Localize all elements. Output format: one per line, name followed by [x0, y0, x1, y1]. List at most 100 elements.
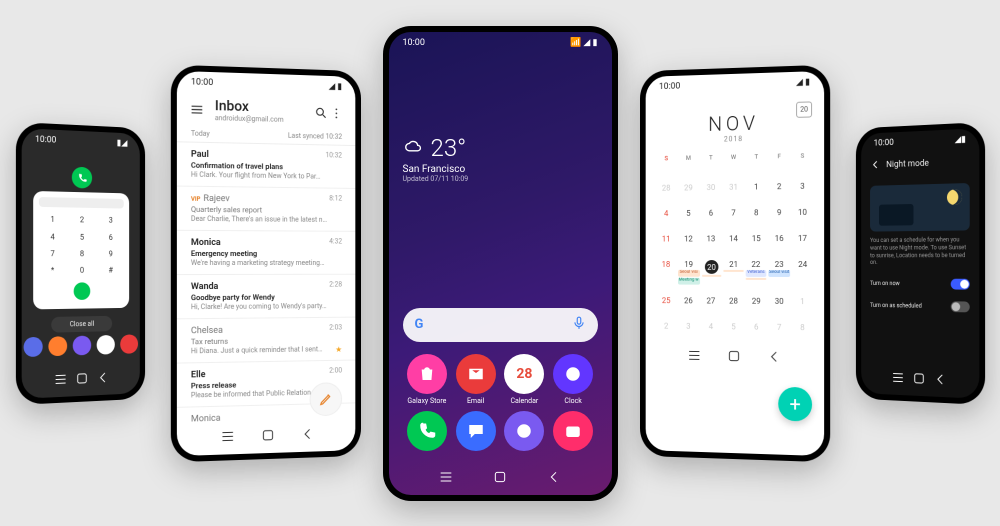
nav-recents-icon[interactable]: [219, 428, 235, 448]
recent-app-card[interactable]: 1 2 3 4 5 6 7 8 9 * 0 #: [32, 190, 128, 308]
nav-home-icon[interactable]: [725, 347, 741, 367]
mail-item[interactable]: Monica Emergency meeting We're having a …: [176, 230, 354, 274]
calendar-day[interactable]: 22Veterans: [744, 254, 766, 291]
weather-widget[interactable]: 23° San Francisco Updated 07/11 10:09: [403, 134, 598, 183]
setting-row[interactable]: Turn on now: [870, 272, 970, 295]
back-icon[interactable]: [870, 155, 881, 174]
calendar-day[interactable]: 30: [767, 290, 790, 316]
nav-home-icon[interactable]: [74, 370, 89, 390]
calendar-day[interactable]: 14: [722, 228, 745, 254]
calendar-day[interactable]: 5: [722, 316, 745, 342]
add-event-button[interactable]: +: [778, 386, 812, 421]
calendar-day[interactable]: 12: [677, 228, 699, 254]
mail-from: Chelsea: [190, 324, 341, 336]
mail-subject: Quarterly sales report: [190, 204, 341, 214]
nav-back-icon[interactable]: [546, 469, 562, 489]
calendar-day[interactable]: 4: [655, 203, 677, 229]
calendar-day[interactable]: 29: [677, 177, 699, 203]
more-icon[interactable]: [328, 105, 343, 121]
nav-recents-icon[interactable]: [53, 371, 68, 391]
compose-button[interactable]: [309, 382, 341, 416]
calendar-day[interactable]: 28: [722, 290, 745, 316]
recent-app-icon[interactable]: [71, 166, 91, 188]
calendar-day[interactable]: 16: [767, 227, 790, 253]
setting-row[interactable]: Turn on as scheduled: [870, 294, 970, 318]
nav-back-icon[interactable]: [932, 371, 947, 391]
calendar-day[interactable]: 19Seoul visiMeeting w: [676, 254, 700, 290]
app-icon-email[interactable]: Email: [453, 354, 499, 405]
calendar-day[interactable]: 17: [790, 227, 813, 253]
calendar-day[interactable]: 31: [722, 176, 745, 202]
app-icon-browser[interactable]: [501, 411, 547, 451]
calendar-day[interactable]: 3: [790, 175, 813, 201]
calendar-day[interactable]: 8: [744, 202, 767, 228]
quick-app-icon[interactable]: [96, 334, 114, 354]
calendar-day[interactable]: 3: [677, 315, 699, 341]
calendar-day[interactable]: 1: [790, 290, 813, 316]
calendar-event: [745, 277, 765, 279]
nav-back-icon[interactable]: [299, 425, 314, 445]
nav-home-icon[interactable]: [911, 370, 926, 390]
calendar-day[interactable]: 21: [722, 254, 744, 291]
calendar-day[interactable]: 18: [655, 254, 677, 290]
star-icon[interactable]: ★: [335, 345, 342, 354]
calendar-grid: SMTWTFS282930311234567891011121314151617…: [645, 149, 823, 343]
quick-app-icon[interactable]: [120, 334, 138, 354]
calendar-day[interactable]: 30: [699, 177, 722, 203]
calendar-day[interactable]: 23Seoul visit: [767, 253, 791, 290]
app-icon-camera[interactable]: [550, 411, 596, 451]
app-icon-phone[interactable]: [404, 411, 450, 451]
menu-icon[interactable]: [188, 101, 204, 117]
calendar-day[interactable]: 20: [700, 254, 722, 290]
mic-icon[interactable]: [572, 315, 586, 334]
quick-app-icon[interactable]: [23, 336, 42, 356]
search-icon[interactable]: [313, 104, 328, 120]
app-icon-clock[interactable]: Clock: [550, 354, 596, 405]
quick-app-icon[interactable]: [72, 335, 90, 355]
mail-item[interactable]: Rajeev Quarterly sales report Dear Charl…: [176, 186, 354, 231]
nav-back-icon[interactable]: [765, 348, 781, 368]
calendar-day[interactable]: 6: [699, 202, 722, 228]
nav-recents-icon[interactable]: [686, 347, 701, 367]
calendar-day[interactable]: 2: [767, 175, 790, 201]
calendar-day[interactable]: 4: [699, 316, 722, 342]
today-button[interactable]: 20: [796, 101, 812, 117]
app-icon-galaxy-store[interactable]: Galaxy Store: [404, 354, 450, 405]
calendar-day[interactable]: 11: [655, 228, 677, 254]
google-search-bar[interactable]: G: [403, 308, 598, 342]
nav-recents-icon[interactable]: [890, 369, 905, 389]
mail-item[interactable]: Wanda Goodbye party for Wendy Hi, Clarke…: [176, 274, 354, 319]
calendar-day[interactable]: 5: [677, 202, 699, 228]
cloud-icon: [403, 137, 425, 159]
quick-app-icon[interactable]: [48, 336, 67, 356]
toggle-switch[interactable]: [950, 278, 969, 289]
calendar-day[interactable]: 10: [790, 201, 813, 227]
today-label: Today: [190, 129, 209, 137]
calendar-day[interactable]: 24: [791, 253, 814, 290]
app-icon-chat[interactable]: [453, 411, 499, 451]
calendar-day[interactable]: 29: [744, 290, 767, 316]
app-icon-calendar[interactable]: 28Calendar: [501, 354, 547, 405]
calendar-day[interactable]: 1: [744, 176, 767, 202]
navbar: [645, 340, 823, 375]
toggle-switch[interactable]: [950, 301, 969, 312]
calendar-day[interactable]: 8: [790, 316, 813, 342]
calendar-day[interactable]: 7: [767, 316, 790, 342]
mail-item[interactable]: Paul Confirmation of travel plans Hi Cla…: [176, 142, 354, 189]
calendar-day[interactable]: 13: [699, 228, 722, 254]
calendar-day[interactable]: 9: [767, 201, 790, 227]
mail-item[interactable]: Chelsea Tax returns Hi Diana. Just a qui…: [176, 317, 354, 363]
nav-home-icon[interactable]: [259, 427, 275, 447]
calendar-day[interactable]: 28: [655, 177, 677, 203]
calendar-day[interactable]: 26: [677, 290, 699, 316]
calendar-day[interactable]: 6: [744, 316, 767, 342]
nav-home-icon[interactable]: [492, 469, 508, 489]
calendar-day[interactable]: 25: [655, 290, 677, 316]
nav-back-icon[interactable]: [95, 369, 110, 389]
calendar-day[interactable]: 2: [655, 315, 677, 341]
calendar-day[interactable]: 15: [744, 228, 767, 254]
calendar-day[interactable]: 7: [722, 202, 745, 228]
close-all-button[interactable]: Close all: [50, 315, 111, 332]
calendar-day[interactable]: 27: [699, 290, 722, 316]
nav-recents-icon[interactable]: [438, 469, 454, 489]
